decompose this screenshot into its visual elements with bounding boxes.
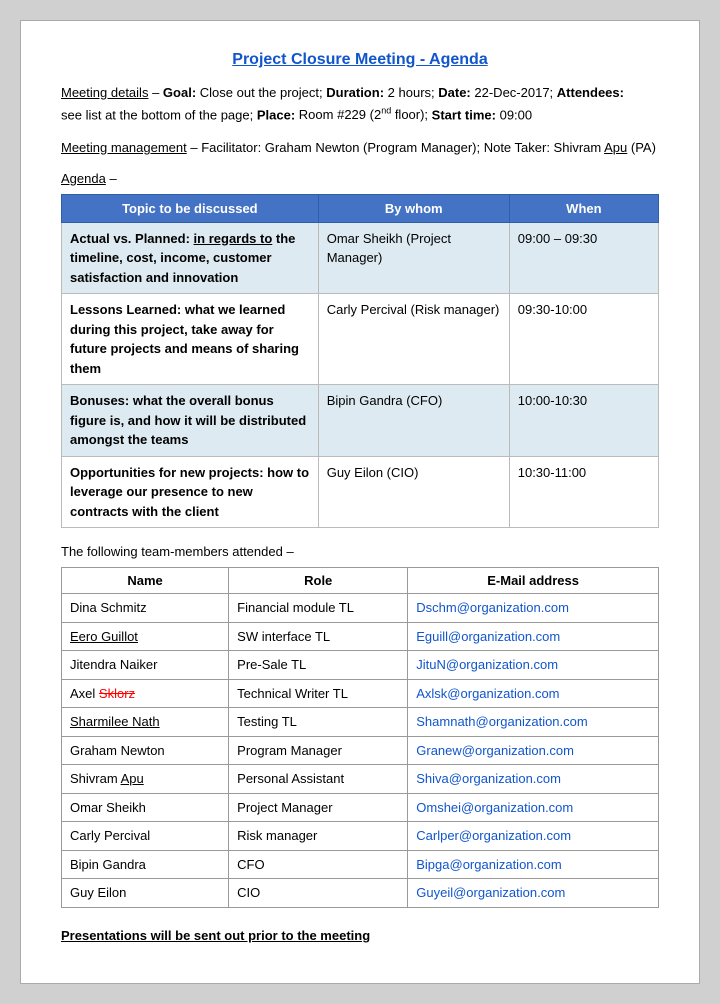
att-email: Axlsk@organization.com [408, 679, 659, 708]
att-role: Risk manager [229, 822, 408, 851]
att-role: Testing TL [229, 708, 408, 737]
agenda-label: Agenda – [61, 171, 659, 186]
start-value: 09:00 [500, 107, 533, 122]
agenda-topic-2: Lessons Learned: what we learned during … [62, 294, 319, 385]
agenda-when-2: 09:30-10:00 [509, 294, 658, 385]
att-name: Dina Schmitz [62, 594, 229, 623]
table-row: Bonuses: what the overall bonus figure i… [62, 385, 659, 457]
att-role: Technical Writer TL [229, 679, 408, 708]
att-name: Shivram Apu [62, 765, 229, 794]
agenda-bywhom-4: Guy Eilon (CIO) [318, 456, 509, 528]
table-row: Actual vs. Planned: in regards to the ti… [62, 222, 659, 294]
dash-1: – [152, 85, 163, 100]
attendees-label: Attendees: [557, 85, 624, 100]
table-row: Dina Schmitz Financial module TL Dschm@o… [62, 594, 659, 623]
attendees-table: Name Role E-Mail address Dina Schmitz Fi… [61, 567, 659, 908]
date-value: 22-Dec-2017; [474, 85, 556, 100]
att-role: Pre-Sale TL [229, 651, 408, 680]
page: Project Closure Meeting - Agenda Meeting… [20, 20, 700, 984]
agenda-bywhom-2: Carly Percival (Risk manager) [318, 294, 509, 385]
agenda-topic-1: Actual vs. Planned: in regards to the ti… [62, 222, 319, 294]
agenda-col-when: When [509, 194, 658, 222]
att-name: Omar Sheikh [62, 793, 229, 822]
table-row: Axel Sklorz Technical Writer TL Axlsk@or… [62, 679, 659, 708]
meeting-details: Meeting details – Goal: Close out the pr… [61, 83, 659, 126]
att-email: Bipga@organization.com [408, 850, 659, 879]
att-email: Omshei@organization.com [408, 793, 659, 822]
att-role: CFO [229, 850, 408, 879]
att-email: Guyeil@organization.com [408, 879, 659, 908]
agenda-bywhom-1: Omar Sheikh (Project Manager) [318, 222, 509, 294]
agenda-when-3: 10:00-10:30 [509, 385, 658, 457]
att-email: Shamnath@organization.com [408, 708, 659, 737]
table-row: Lessons Learned: what we learned during … [62, 294, 659, 385]
table-row: Guy Eilon CIO Guyeil@organization.com [62, 879, 659, 908]
attendees-value: see list at the bottom of the page; [61, 107, 257, 122]
att-name: Bipin Gandra [62, 850, 229, 879]
duration-label: Duration: [326, 85, 384, 100]
att-name: Jitendra Naiker [62, 651, 229, 680]
page-title: Project Closure Meeting - Agenda [61, 51, 659, 69]
agenda-topic-3: Bonuses: what the overall bonus figure i… [62, 385, 319, 457]
start-label: Start time: [432, 107, 496, 122]
att-email: Granew@organization.com [408, 736, 659, 765]
att-role: Financial module TL [229, 594, 408, 623]
meeting-management: Meeting management – Facilitator: Graham… [61, 138, 659, 159]
att-role: CIO [229, 879, 408, 908]
att-role: Project Manager [229, 793, 408, 822]
att-name: Carly Percival [62, 822, 229, 851]
table-row: Opportunities for new projects: how to l… [62, 456, 659, 528]
att-email: Eguill@organization.com [408, 622, 659, 651]
goal-label: Goal: [163, 85, 196, 100]
att-name: Sharmilee Nath [62, 708, 229, 737]
table-row: Omar Sheikh Project Manager Omshei@organ… [62, 793, 659, 822]
att-col-role: Role [229, 568, 408, 594]
table-row: Bipin Gandra CFO Bipga@organization.com [62, 850, 659, 879]
table-row: Sharmilee Nath Testing TL Shamnath@organ… [62, 708, 659, 737]
goal-value: Close out the project; [200, 85, 326, 100]
att-name: Eero Guillot [62, 622, 229, 651]
meeting-management-label: Meeting management [61, 140, 187, 155]
att-role: Program Manager [229, 736, 408, 765]
att-name: Axel Sklorz [62, 679, 229, 708]
agenda-when-4: 10:30-11:00 [509, 456, 658, 528]
meeting-management-value: – Facilitator: Graham Newton (Program Ma… [190, 140, 656, 155]
att-email: Dschm@organization.com [408, 594, 659, 623]
duration-value: 2 hours; [388, 85, 439, 100]
att-name: Graham Newton [62, 736, 229, 765]
agenda-topic-4: Opportunities for new projects: how to l… [62, 456, 319, 528]
agenda-col-bywhom: By whom [318, 194, 509, 222]
agenda-bywhom-3: Bipin Gandra (CFO) [318, 385, 509, 457]
table-row: Shivram Apu Personal Assistant Shiva@org… [62, 765, 659, 794]
table-row: Jitendra Naiker Pre-Sale TL JituN@organi… [62, 651, 659, 680]
date-label: Date: [438, 85, 471, 100]
att-col-email: E-Mail address [408, 568, 659, 594]
agenda-when-1: 09:00 – 09:30 [509, 222, 658, 294]
agenda-section-label: Agenda [61, 171, 106, 186]
table-row: Eero Guillot SW interface TL Eguill@orga… [62, 622, 659, 651]
table-row: Carly Percival Risk manager Carlper@orga… [62, 822, 659, 851]
agenda-col-topic: Topic to be discussed [62, 194, 319, 222]
agenda-table: Topic to be discussed By whom When Actua… [61, 194, 659, 529]
place-label: Place: [257, 107, 295, 122]
att-name: Guy Eilon [62, 879, 229, 908]
att-email: Shiva@organization.com [408, 765, 659, 794]
footer-note: Presentations will be sent out prior to … [61, 928, 659, 943]
att-role: Personal Assistant [229, 765, 408, 794]
table-row: Graham Newton Program Manager Granew@org… [62, 736, 659, 765]
att-col-name: Name [62, 568, 229, 594]
place-value: Room #229 (2nd floor); [299, 107, 432, 122]
att-email: Carlper@organization.com [408, 822, 659, 851]
agenda-dash: – [109, 171, 116, 186]
meeting-details-label: Meeting details [61, 85, 148, 100]
att-role: SW interface TL [229, 622, 408, 651]
att-email: JituN@organization.com [408, 651, 659, 680]
attendees-intro: The following team-members attended – [61, 544, 659, 559]
